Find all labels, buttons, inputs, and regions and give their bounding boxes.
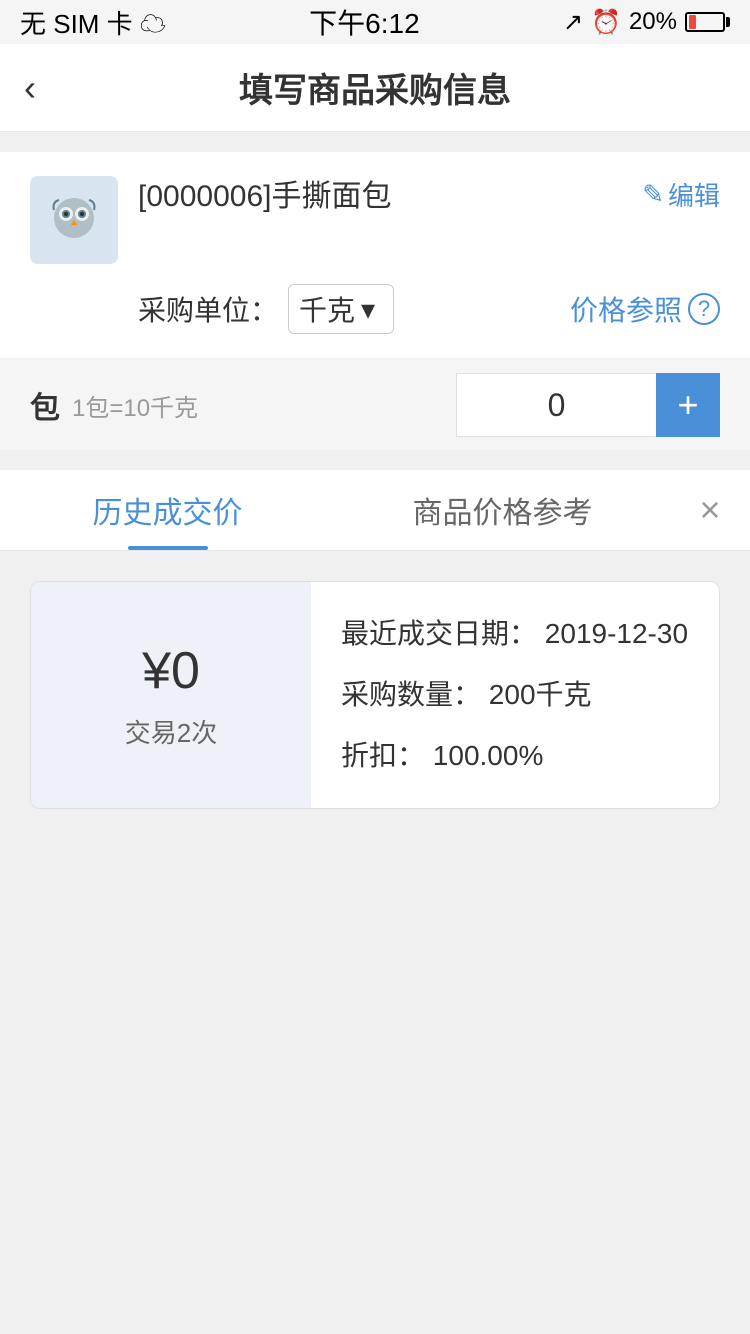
price-ref-label: 价格参照 [570, 289, 682, 329]
status-alarm-icon: ⏰ [591, 8, 621, 37]
edit-label: 编辑 [668, 176, 720, 213]
help-icon: ? [688, 293, 720, 325]
main-content: [0000006]手撕面包 ✎ 编辑 采购单位： 千克 ▾ 价格参照 ? [0, 152, 750, 852]
purchase-unit-area: 采购单位： 千克 ▾ [138, 284, 394, 334]
product-thumbnail [30, 176, 118, 264]
tab-price-reference[interactable]: 商品价格参考 [335, 470, 670, 550]
purchase-qty-value: 200千克 [489, 679, 592, 710]
quantity-input-area[interactable]: + [456, 373, 720, 437]
product-unit-row: 采购单位： 千克 ▾ 价格参照 ? [138, 284, 720, 334]
price-amount: ¥0 [142, 641, 200, 701]
edit-button[interactable]: ✎ 编辑 [642, 176, 720, 213]
header: ‹ 填写商品采购信息 [0, 44, 750, 132]
purchase-qty-row: 采购数量： 200千克 [341, 673, 689, 718]
tab-close-button[interactable]: × [670, 470, 750, 550]
product-id-name: [0000006]手撕面包 [138, 180, 391, 213]
status-signal-icon: ↗ [563, 8, 583, 37]
status-right: ↗ ⏰ 20% [563, 8, 730, 37]
tab-historical-price[interactable]: 历史成交价 [0, 470, 335, 550]
quantity-row: 包 1包=10千克 + [0, 360, 750, 450]
price-right-panel: 最近成交日期： 2019-12-30 采购数量： 200千克 折扣： 100.0… [311, 582, 719, 808]
battery-icon [685, 12, 730, 32]
recent-date-label: 最近成交日期： [341, 618, 537, 649]
price-trade-count: 交易2次 [125, 713, 217, 750]
purchase-qty-label: 采购数量： [341, 679, 481, 710]
discount-value: 100.00% [433, 740, 544, 771]
product-top-row: [0000006]手撕面包 ✎ 编辑 [30, 176, 720, 264]
purchase-unit-label: 采购单位： [138, 289, 278, 329]
recent-date-row: 最近成交日期： 2019-12-30 [341, 612, 689, 657]
unit-select[interactable]: 千克 ▾ [288, 284, 394, 334]
page-title: 填写商品采购信息 [239, 63, 511, 112]
tab-price-reference-label: 商品价格参考 [413, 488, 593, 532]
status-left: 无 SIM 卡 ☁ [20, 4, 166, 41]
quantity-input[interactable] [456, 373, 656, 437]
product-image-icon [44, 190, 104, 250]
status-bar: 无 SIM 卡 ☁ 下午6:12 ↗ ⏰ 20% [0, 0, 750, 44]
recent-date-value: 2019-12-30 [545, 618, 688, 649]
plus-icon: + [677, 384, 698, 426]
status-time: 下午6:12 [309, 2, 420, 42]
unit-value: 千克 [299, 289, 355, 329]
price-left-panel: ¥0 交易2次 [31, 582, 311, 808]
tabs-container: 历史成交价 商品价格参考 × [0, 470, 750, 551]
price-reference-button[interactable]: 价格参照 ? [570, 289, 720, 329]
quantity-plus-button[interactable]: + [656, 373, 720, 437]
close-icon: × [699, 489, 720, 531]
tab-historical-price-label: 历史成交价 [93, 488, 243, 532]
back-button[interactable]: ‹ [24, 67, 36, 109]
edit-icon: ✎ [642, 179, 664, 210]
price-card: ¥0 交易2次 最近成交日期： 2019-12-30 采购数量： 200千克 折… [30, 581, 720, 809]
discount-row: 折扣： 100.00% [341, 734, 689, 779]
unit-badge: 包 [30, 383, 60, 427]
unit-conversion: 1包=10千克 [72, 388, 198, 423]
quantity-unit-info: 包 1包=10千克 [30, 383, 198, 427]
chevron-down-icon: ▾ [361, 293, 375, 326]
discount-label: 折扣： [341, 740, 425, 771]
product-card: [0000006]手撕面包 ✎ 编辑 采购单位： 千克 ▾ 价格参照 ? [0, 152, 750, 358]
product-info: [0000006]手撕面包 [138, 176, 642, 218]
battery-percent: 20% [629, 8, 677, 36]
